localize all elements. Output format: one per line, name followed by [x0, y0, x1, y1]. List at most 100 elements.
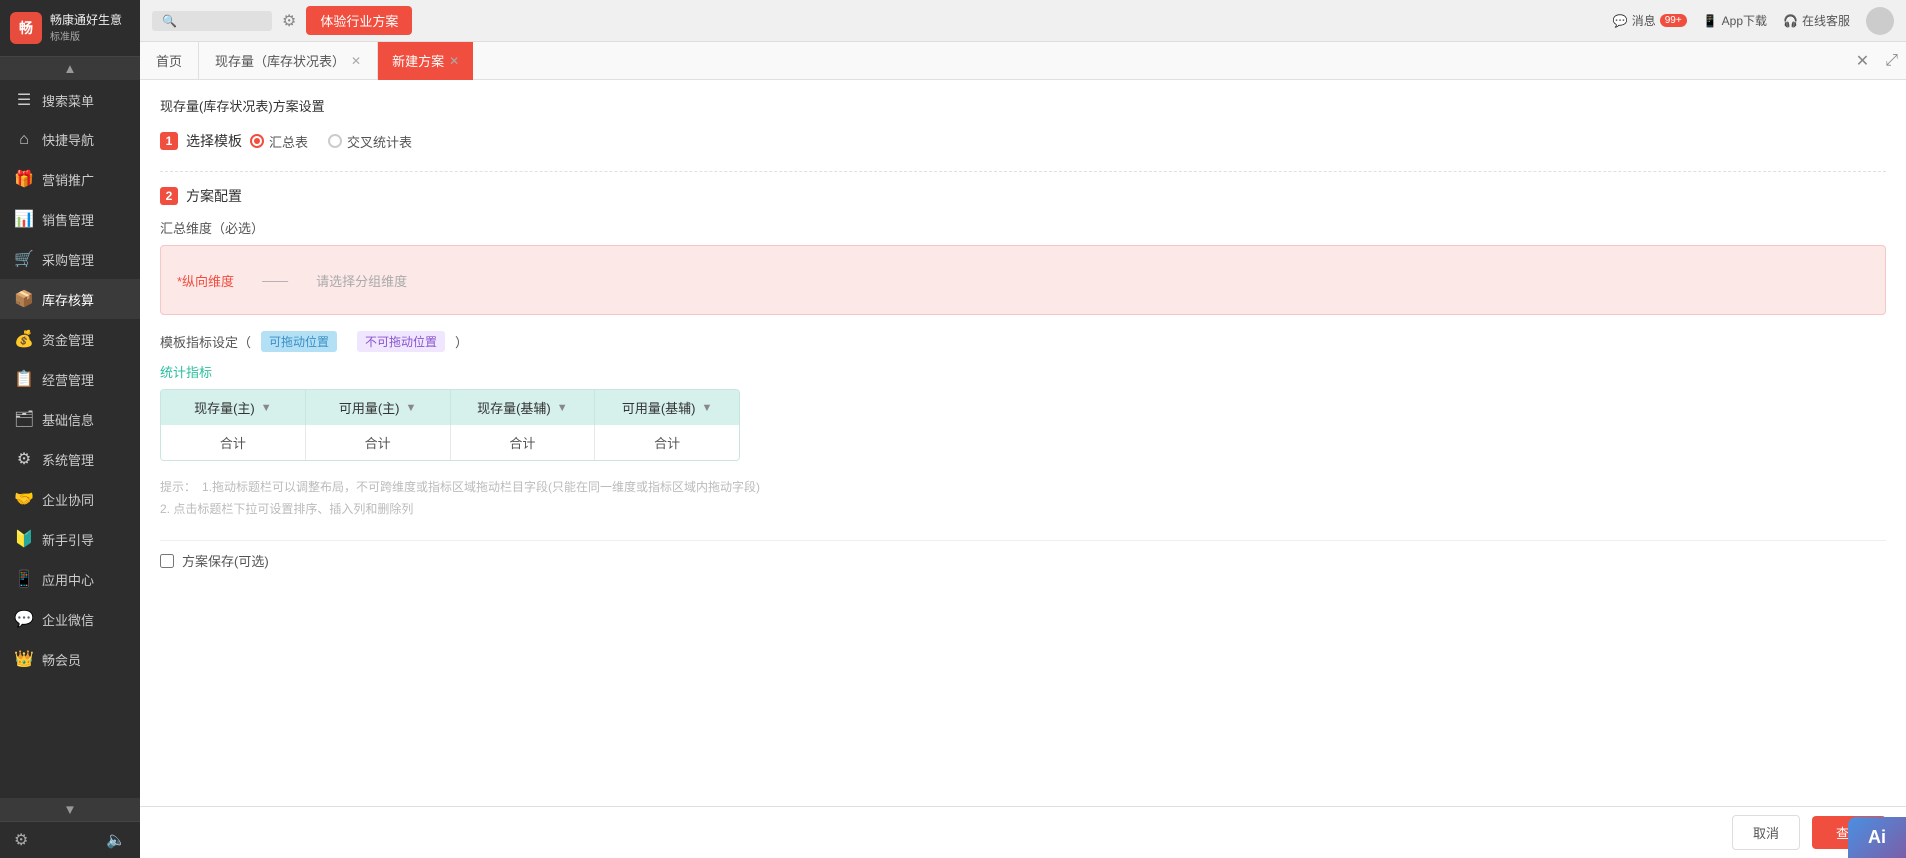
online-service-button[interactable]: 🎧 在线客服 [1783, 12, 1850, 29]
chevron-down-icon-2[interactable]: ▼ [557, 402, 568, 414]
sidebar-item-appstore[interactable]: 📱 应用中心 [0, 559, 140, 599]
radio-cross-dot [328, 134, 342, 148]
sidebar-item-system[interactable]: ⚙ 系统管理 [0, 439, 140, 479]
sidebar-item-marketing[interactable]: 🎁 营销推广 [0, 159, 140, 199]
crown-icon: 👑 [14, 649, 34, 669]
tab-inventory-label: 现存量（库存状况表） [215, 51, 345, 70]
sidebar-item-quick[interactable]: ⌂ 快捷导航 [0, 120, 140, 159]
footer-bar: 取消 查询 [140, 806, 1906, 858]
stats-col-2[interactable]: 现存量(基辅) ▼ [451, 390, 596, 425]
sidebar-item-basic[interactable]: 🗂 基础信息 [0, 399, 140, 439]
stats-col-1-label: 可用量(主) [339, 398, 400, 417]
sidebar-item-wechat[interactable]: 💬 企业微信 [0, 599, 140, 639]
sidebar-item-label: 新手引导 [42, 530, 94, 549]
stats-cell-0-2: 合计 [451, 425, 596, 460]
sidebar-item-sales[interactable]: 📊 销售管理 [0, 199, 140, 239]
step2-section: 2 方案配置 汇总维度（必选） *纵向维度 —— 请选择分组维度 模板指标设定（… [160, 186, 1886, 520]
chart-icon: 📊 [14, 209, 34, 229]
stats-col-0[interactable]: 现存量(主) ▼ [161, 390, 306, 425]
sidebar-item-label: 基础信息 [42, 410, 94, 429]
draggable-badge: 可拖动位置 [261, 331, 337, 352]
sidebar-item-member[interactable]: 👑 畅会员 [0, 639, 140, 679]
search-topbar-icon: 🔍 [162, 14, 177, 28]
sidebar-item-label: 采购管理 [42, 250, 94, 269]
gear-icon: ⚙ [14, 449, 34, 469]
radio-cross[interactable]: 交叉统计表 [328, 132, 412, 151]
sidebar-item-newbie[interactable]: 🔰 新手引导 [0, 519, 140, 559]
stats-cell-0-1: 合计 [306, 425, 451, 460]
tab-new-plan[interactable]: 新建方案 ✕ [378, 42, 473, 80]
sidebar-item-label: 经营管理 [42, 370, 94, 389]
radio-summary-label: 汇总表 [269, 132, 308, 151]
sidebar-item-operation[interactable]: 📋 经营管理 [0, 359, 140, 399]
dimension-label: 汇总维度（必选） [160, 218, 1886, 237]
dimension-area[interactable]: *纵向维度 —— 请选择分组维度 [160, 245, 1886, 315]
newbie-icon: 🔰 [14, 529, 34, 549]
app-download-button[interactable]: 📱 App下载 [1703, 12, 1767, 29]
sidebar-item-contract[interactable]: 🤝 企业协同 [0, 479, 140, 519]
sidebar: 畅 畅康通好生意 标准版 ▲ ☰ 搜索菜单 ⌂ 快捷导航 🎁 营销推广 📊 销售… [0, 0, 140, 858]
sidebar-item-label: 销售管理 [42, 210, 94, 229]
tab-new-plan-label: 新建方案 [392, 51, 444, 70]
template-radio-group: 汇总表 交叉统计表 [250, 132, 412, 151]
cart-icon: 🛒 [14, 249, 34, 269]
step2-badge: 2 [160, 187, 178, 205]
chevron-down-icon-0[interactable]: ▼ [261, 402, 272, 414]
sound-footer-icon[interactable]: 🔈 [106, 830, 126, 850]
stats-col-1[interactable]: 可用量(主) ▼ [306, 390, 451, 425]
window-expand-button[interactable]: ⤢ [1877, 52, 1906, 70]
stats-table-header: 现存量(主) ▼ 可用量(主) ▼ 现存量(基辅) ▼ 可用量(基辅) [161, 390, 739, 425]
sidebar-item-inventory[interactable]: 📦 库存核算 [0, 279, 140, 319]
headset-icon: 🎧 [1783, 14, 1798, 28]
stats-table-row-0: 合计 合计 合计 合计 [161, 425, 739, 460]
trial-industry-button[interactable]: 体验行业方案 [306, 6, 412, 35]
save-checkbox[interactable] [160, 554, 174, 568]
sidebar-scroll-up[interactable]: ▲ [0, 57, 140, 80]
message-badge: 99+ [1660, 14, 1687, 27]
message-button[interactable]: 💬 消息 99+ [1613, 12, 1687, 29]
tab-new-plan-close-icon[interactable]: ✕ [449, 54, 459, 68]
dimension-placeholder: 请选择分组维度 [316, 271, 407, 290]
stats-section-label: 统计指标 [160, 362, 1886, 381]
radio-summary[interactable]: 汇总表 [250, 132, 308, 151]
tips-section: 提示： 1.拖动标题栏可以调整布局，不可跨维度或指标区域拖动栏目字段(只能在同一… [160, 477, 1886, 520]
sidebar-item-label: 资金管理 [42, 330, 94, 349]
radio-summary-dot [250, 134, 264, 148]
tab-inventory-close-icon[interactable]: ✕ [351, 54, 361, 68]
topbar-search[interactable]: 🔍 [152, 11, 272, 31]
sidebar-logo: 畅 畅康通好生意 标准版 [0, 0, 140, 57]
sidebar-footer: ⚙ 🔈 [0, 821, 140, 858]
settings-footer-icon[interactable]: ⚙ [14, 830, 28, 850]
folder-icon: 🗂 [14, 409, 34, 429]
stats-cell-0-0: 合计 [161, 425, 306, 460]
user-avatar[interactable] [1866, 7, 1894, 35]
stats-col-3[interactable]: 可用量(基辅) ▼ [595, 390, 739, 425]
tab-inventory-status[interactable]: 现存量（库存状况表） ✕ [199, 42, 378, 80]
sidebar-item-purchase[interactable]: 🛒 采购管理 [0, 239, 140, 279]
ai-button[interactable]: Ai [1848, 817, 1906, 858]
tab-home-label: 首页 [156, 51, 182, 70]
cancel-button[interactable]: 取消 [1732, 815, 1800, 850]
window-minimize-button[interactable]: ✕ [1848, 51, 1877, 71]
clipboard-icon: 📋 [14, 369, 34, 389]
sidebar-item-finance[interactable]: 💰 资金管理 [0, 319, 140, 359]
mobile-icon: 📱 [14, 569, 34, 589]
sidebar-item-search[interactable]: ☰ 搜索菜单 [0, 80, 140, 120]
metrics-settings-label-end: ） [455, 332, 468, 351]
topbar-right: 💬 消息 99+ 📱 App下载 🎧 在线客服 [1613, 7, 1894, 35]
sidebar-item-label: 企业协同 [42, 490, 94, 509]
metrics-settings-row: 模板指标设定（ 可拖动位置 不可拖动位置 ） [160, 331, 1886, 352]
stats-col-0-label: 现存量(主) [194, 398, 255, 417]
tab-home[interactable]: 首页 [140, 42, 199, 80]
handshake-icon: 🤝 [14, 489, 34, 509]
tips-text-1: 2. 点击标题栏下拉可设置排序、插入列和删除列 [160, 499, 413, 521]
save-label: 方案保存(可选) [182, 551, 269, 570]
search-icon: ☰ [14, 90, 34, 110]
chevron-down-icon-3[interactable]: ▼ [702, 402, 713, 414]
sidebar-item-label: 营销推广 [42, 170, 94, 189]
step1-badge: 1 [160, 132, 178, 150]
settings-topbar-icon[interactable]: ⚙ [282, 11, 296, 31]
chevron-down-icon-1[interactable]: ▼ [406, 402, 417, 414]
tabbar: 首页 现存量（库存状况表） ✕ 新建方案 ✕ ✕ ⤢ [140, 42, 1906, 80]
sidebar-scroll-down[interactable]: ▼ [0, 798, 140, 821]
